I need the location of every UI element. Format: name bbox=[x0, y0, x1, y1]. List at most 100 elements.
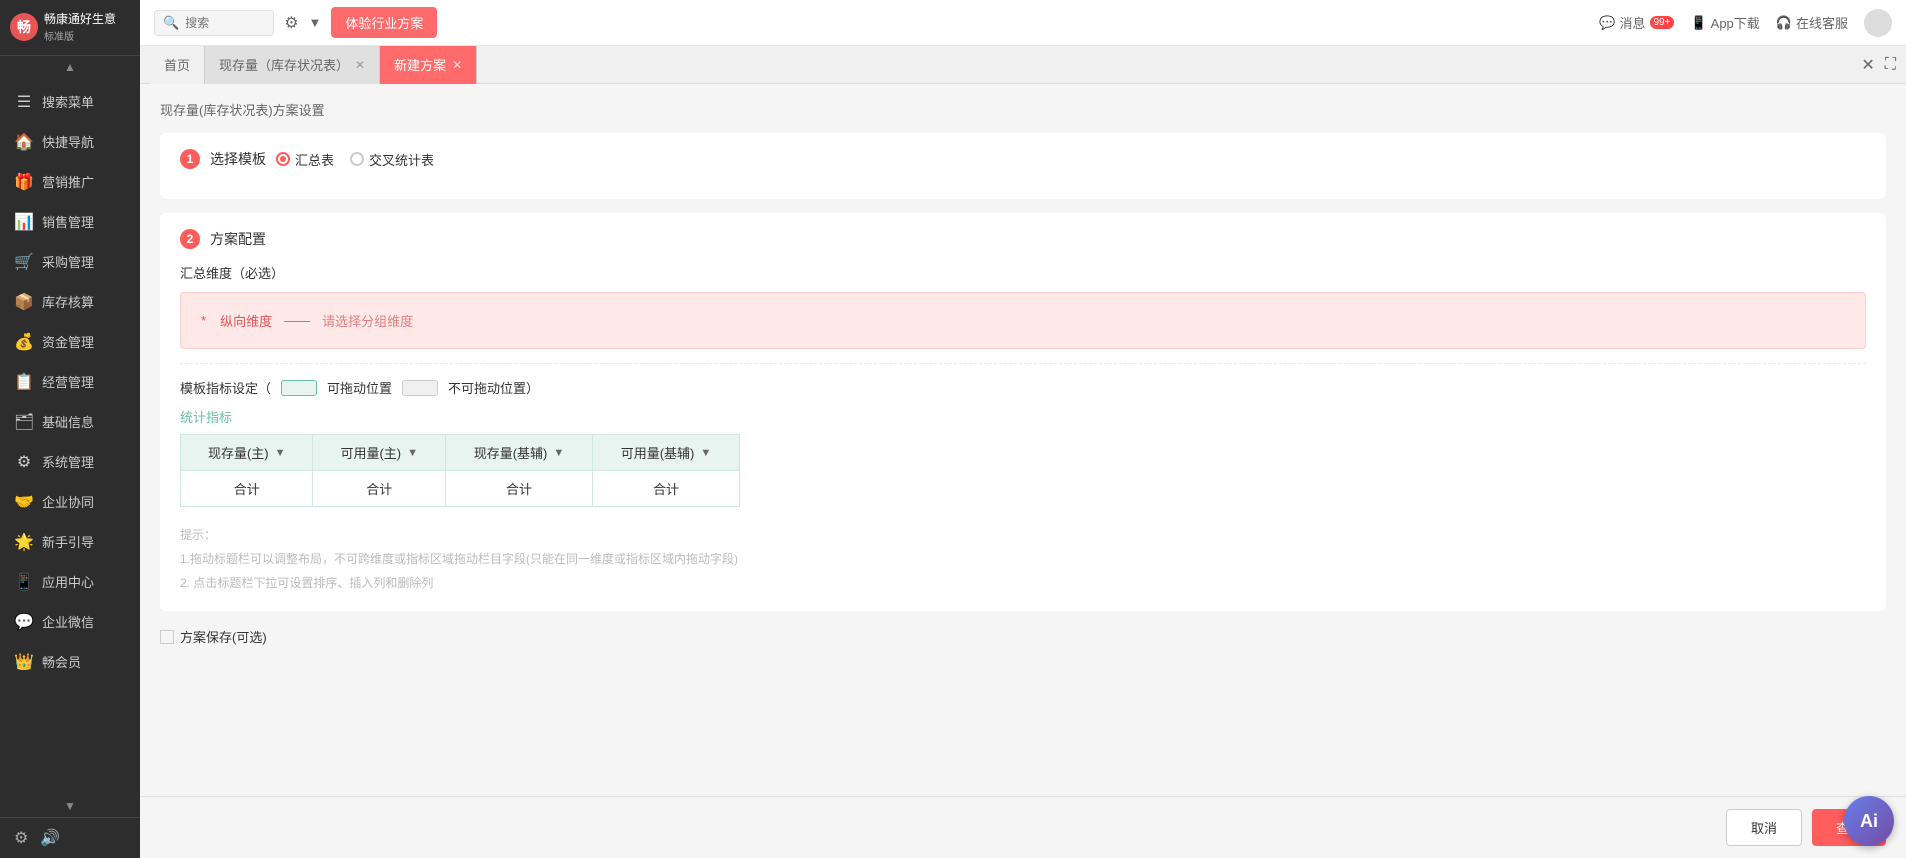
tab-new-plan[interactable]: 新建方案 ✕ bbox=[380, 46, 477, 84]
footer-settings-icon[interactable]: ⚙ bbox=[14, 828, 28, 848]
expand-icon[interactable]: ⛶ bbox=[1885, 56, 1896, 74]
sidebar-logo: 畅 畅康通好生意 标准版 bbox=[0, 0, 140, 56]
window-controls: ✕ ⛶ bbox=[1861, 55, 1896, 75]
save-option-label: 方案保存(可选) bbox=[180, 627, 267, 646]
dimension-dash: —— bbox=[284, 313, 310, 328]
sidebar-item-sales[interactable]: 📊 销售管理 bbox=[0, 202, 140, 242]
radio-summary[interactable]: 汇总表 bbox=[276, 150, 334, 169]
sidebar-item-finance[interactable]: 💰 资金管理 bbox=[0, 322, 140, 362]
radio-summary-label: 汇总表 bbox=[295, 150, 334, 169]
logo-icon: 畅 bbox=[10, 13, 38, 41]
sidebar-item-label: 企业微信 bbox=[42, 612, 94, 631]
save-checkbox[interactable] bbox=[160, 630, 174, 644]
step2-badge: 2 bbox=[180, 229, 200, 249]
tips-title: 提示： bbox=[180, 528, 216, 542]
tab-inventory-label: 现存量（库存状况表） bbox=[219, 55, 349, 74]
settings-icon[interactable]: ⚙ bbox=[284, 13, 298, 33]
message-btn[interactable]: 💬 消息 99+ bbox=[1599, 13, 1674, 32]
ai-badge[interactable]: Ai bbox=[1844, 796, 1894, 846]
sidebar-footer: ⚙ 🔊 bbox=[0, 817, 140, 858]
tab-home-label: 首页 bbox=[164, 55, 190, 74]
topbar-search-box[interactable]: 🔍 bbox=[154, 10, 274, 36]
tab-new-plan-close[interactable]: ✕ bbox=[452, 58, 462, 72]
sidebar-item-member[interactable]: 👑 畅会员 bbox=[0, 642, 140, 682]
sidebar-item-inventory[interactable]: 📦 库存核算 bbox=[0, 282, 140, 322]
footer-sound-icon[interactable]: 🔊 bbox=[40, 828, 60, 848]
money-icon: 💰 bbox=[14, 332, 34, 352]
col-header-3[interactable]: 可用量(基辅) ▼ bbox=[592, 435, 739, 471]
phone-icon: 📱 bbox=[14, 572, 34, 592]
col2-arrow[interactable]: ▼ bbox=[553, 447, 564, 459]
divider1 bbox=[180, 363, 1866, 364]
close-panel-icon[interactable]: ✕ bbox=[1861, 55, 1874, 75]
step2-title: 方案配置 bbox=[210, 229, 266, 249]
radio-cross-label: 交叉统计表 bbox=[369, 150, 434, 169]
radio-cross[interactable]: 交叉统计表 bbox=[350, 150, 434, 169]
col-header-0[interactable]: 现存量(主) ▼ bbox=[181, 435, 313, 471]
draggable-indicator bbox=[281, 380, 317, 396]
sidebar-item-basic-info[interactable]: 🗂 基础信息 bbox=[0, 402, 140, 442]
trial-btn[interactable]: 体验行业方案 bbox=[331, 7, 437, 38]
sidebar-item-label: 快捷导航 bbox=[42, 132, 94, 151]
cell-0-1: 合计 bbox=[313, 471, 445, 507]
col1-label: 可用量(主) bbox=[340, 443, 401, 462]
topbar-right: 💬 消息 99+ 📱 App下载 🎧 在线客服 bbox=[1599, 9, 1892, 37]
search-input[interactable] bbox=[185, 16, 265, 30]
sidebar-item-label: 企业协同 bbox=[42, 492, 94, 511]
app-download-btn[interactable]: 📱 App下载 bbox=[1690, 13, 1759, 32]
sidebar-item-operations[interactable]: 📋 经营管理 bbox=[0, 362, 140, 402]
col0-label: 现存量(主) bbox=[208, 443, 269, 462]
col3-label: 可用量(基辅) bbox=[621, 443, 695, 462]
box-icon: 📦 bbox=[14, 292, 34, 312]
sidebar-item-label: 采购管理 bbox=[42, 252, 94, 271]
required-mark: * bbox=[201, 313, 206, 328]
sidebar-item-app-center[interactable]: 📱 应用中心 bbox=[0, 562, 140, 602]
headset-icon: 🎧 bbox=[1776, 15, 1792, 31]
indicator-row: 模板指标设定（ 可拖动位置 不可拖动位置） bbox=[180, 378, 1866, 397]
sidebar-scroll-down[interactable]: ▼ bbox=[0, 795, 140, 817]
dimension-label-text: 汇总维度（必选） bbox=[180, 266, 284, 281]
user-avatar[interactable] bbox=[1864, 9, 1892, 37]
indicator-label-text: 模板指标设定（ bbox=[180, 378, 271, 397]
sidebar-item-quick-nav[interactable]: 🏠 快捷导航 bbox=[0, 122, 140, 162]
tab-home[interactable]: 首页 bbox=[150, 46, 205, 84]
sidebar-item-purchase[interactable]: 🛒 采购管理 bbox=[0, 242, 140, 282]
col-header-1[interactable]: 可用量(主) ▼ bbox=[313, 435, 445, 471]
dimension-placeholder: 请选择分组维度 bbox=[322, 311, 413, 330]
cart-icon: 🛒 bbox=[14, 252, 34, 272]
tab-inventory-close[interactable]: ✕ bbox=[355, 58, 365, 72]
sidebar-item-system[interactable]: ⚙ 系统管理 bbox=[0, 442, 140, 482]
col3-arrow[interactable]: ▼ bbox=[700, 447, 711, 459]
dropdown-icon[interactable]: ▼ bbox=[309, 15, 322, 30]
sidebar-item-label: 库存核算 bbox=[42, 292, 94, 311]
sidebar-scroll-up[interactable]: ▲ bbox=[0, 56, 140, 78]
sidebar-item-newcomer[interactable]: 🌟 新手引导 bbox=[0, 522, 140, 562]
sidebar-item-wechat[interactable]: 💬 企业微信 bbox=[0, 602, 140, 642]
sidebar-item-marketing[interactable]: 🎁 营销推广 bbox=[0, 162, 140, 202]
online-service-label: 在线客服 bbox=[1796, 13, 1848, 32]
sidebar-item-label: 销售管理 bbox=[42, 212, 94, 231]
cancel-button[interactable]: 取消 bbox=[1726, 809, 1802, 846]
sidebar-item-search-menu[interactable]: ☰ 搜索菜单 bbox=[0, 82, 140, 122]
stats-table: 现存量(主) ▼ 可用量(主) ▼ 现存量(基辅 bbox=[180, 434, 740, 507]
cell-0-0: 合计 bbox=[181, 471, 313, 507]
dimension-input-row[interactable]: * 纵向维度 —— 请选择分组维度 bbox=[180, 292, 1866, 349]
col0-arrow[interactable]: ▼ bbox=[275, 447, 286, 459]
download-icon: 📱 bbox=[1690, 15, 1706, 31]
draggable-text: 可拖动位置 bbox=[327, 378, 392, 397]
tip-item-2: 2. 点击标题栏下拉可设置排序、插入列和删除列 bbox=[180, 576, 433, 590]
save-option-row: 方案保存(可选) bbox=[160, 627, 1886, 646]
sidebar-item-label: 搜索菜单 bbox=[42, 92, 94, 111]
chart-icon: 📊 bbox=[14, 212, 34, 232]
step2-section: 2 方案配置 汇总维度（必选） * 纵向维度 —— 请选择分组维度 模板指标设定… bbox=[160, 213, 1886, 611]
tab-inventory-status[interactable]: 现存量（库存状况表） ✕ bbox=[205, 46, 380, 84]
col1-arrow[interactable]: ▼ bbox=[407, 447, 418, 459]
handshake-icon: 🤝 bbox=[14, 492, 34, 512]
app-download-label: App下载 bbox=[1711, 13, 1760, 32]
online-service-btn[interactable]: 🎧 在线客服 bbox=[1776, 13, 1848, 32]
crown-icon: 👑 bbox=[14, 652, 34, 672]
sidebar-item-enterprise[interactable]: 🤝 企业协同 bbox=[0, 482, 140, 522]
star-icon: 🌟 bbox=[14, 532, 34, 552]
message-icon: 💬 bbox=[1599, 15, 1615, 31]
col-header-2[interactable]: 现存量(基辅) ▼ bbox=[445, 435, 592, 471]
